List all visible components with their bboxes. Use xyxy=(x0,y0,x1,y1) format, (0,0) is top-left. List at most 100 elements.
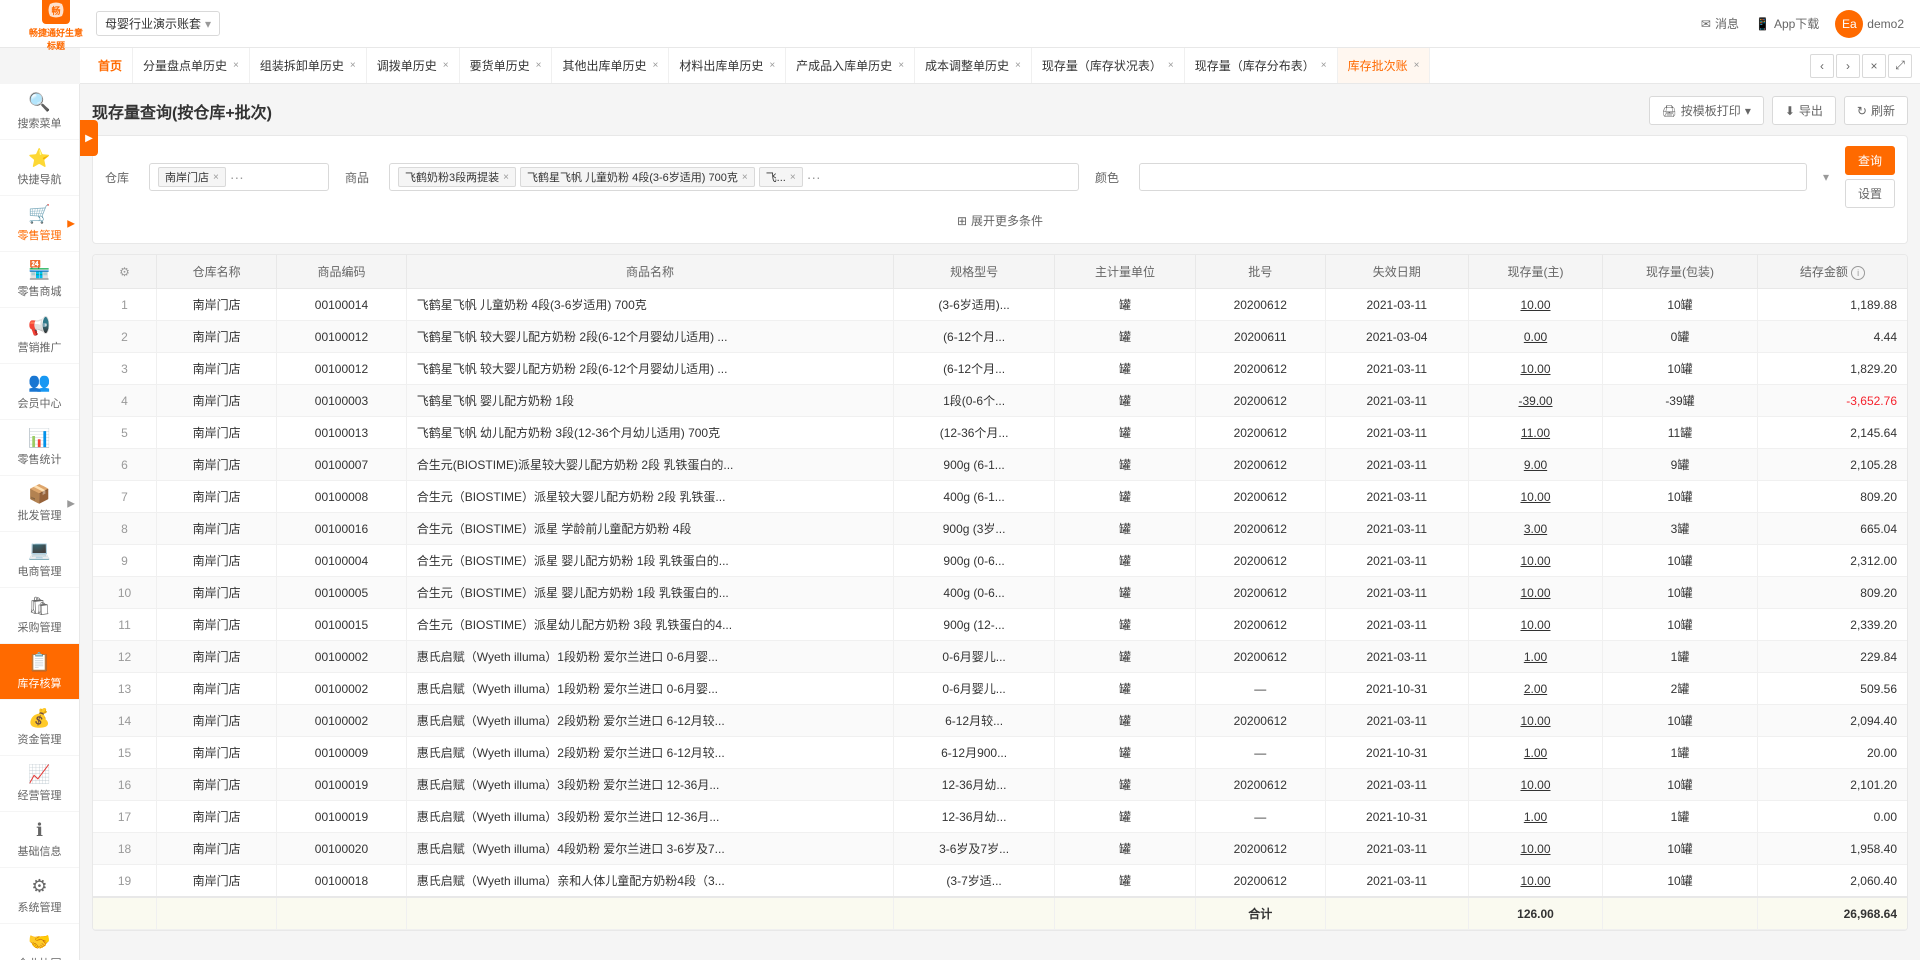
product-input-wrap[interactable]: 飞鹤奶粉3段两提装 × 飞鹤星飞帆 儿童奶粉 4段(3-6岁适用) 700克 ×… xyxy=(389,163,1079,191)
nav-tab-7-close[interactable]: × xyxy=(898,60,904,71)
nav-tab-6-close[interactable]: × xyxy=(769,60,775,71)
settings-col-icon[interactable]: ⚙ xyxy=(117,264,133,280)
cell-qty-main[interactable]: 11.00 xyxy=(1468,417,1602,449)
cell-qty-main[interactable]: 10.00 xyxy=(1468,705,1602,737)
cell-qty-main[interactable]: 10.00 xyxy=(1468,609,1602,641)
sidebar-item-search-label: 搜索菜单 xyxy=(18,115,62,131)
nav-tab-9-close[interactable]: × xyxy=(1168,60,1174,71)
cell-qty-main[interactable]: 10.00 xyxy=(1468,865,1602,898)
nav-tab-1[interactable]: 分量盘点单历史 × xyxy=(133,48,250,84)
product-tag-3[interactable]: 飞... × xyxy=(759,167,803,187)
warehouse-more-icon[interactable]: ··· xyxy=(230,169,244,185)
cell-qty-main[interactable]: 3.00 xyxy=(1468,513,1602,545)
nav-tab-3-close[interactable]: × xyxy=(443,60,449,71)
nav-tab-5[interactable]: 其他出库单历史 × xyxy=(552,48,669,84)
sidebar-item-search[interactable]: 🔍 搜索菜单 xyxy=(0,84,79,140)
nav-tab-9[interactable]: 现存量（库存状况表） × xyxy=(1032,48,1185,84)
sidebar-item-basic-info[interactable]: ℹ 基础信息 xyxy=(0,812,79,868)
warehouse-selector[interactable]: 母婴行业演示账套 ▾ xyxy=(96,11,220,36)
cell-batch: — xyxy=(1196,737,1326,769)
nav-fullscreen-btn[interactable]: ⤢ xyxy=(1888,54,1912,78)
sidebar-item-marketing[interactable]: 📢 营销推广 xyxy=(0,308,79,364)
sidebar-item-ecommerce[interactable]: 💻 电商管理 xyxy=(0,532,79,588)
user-area[interactable]: Ea demo2 xyxy=(1835,10,1904,38)
sidebar-item-retail-stats[interactable]: 📊 零售统计 xyxy=(0,420,79,476)
nav-tab-10[interactable]: 现存量（库存分布表） × xyxy=(1185,48,1338,84)
cell-qty-main[interactable]: 10.00 xyxy=(1468,769,1602,801)
nav-tab-8[interactable]: 成本调整单历史 × xyxy=(915,48,1032,84)
cell-qty-main[interactable]: 10.00 xyxy=(1468,577,1602,609)
cell-qty-main[interactable]: 1.00 xyxy=(1468,641,1602,673)
sidebar-expand-btn[interactable]: ▶ xyxy=(80,120,98,156)
product-tag-2-close[interactable]: × xyxy=(742,172,748,183)
search-btn[interactable]: 查询 xyxy=(1845,146,1895,175)
nav-tab-8-close[interactable]: × xyxy=(1015,60,1021,71)
sidebar-item-finance[interactable]: 💰 资金管理 xyxy=(0,700,79,756)
nav-tab-6[interactable]: 材料出库单历史 × xyxy=(669,48,786,84)
nav-tab-1-close[interactable]: × xyxy=(233,60,239,71)
sidebar-item-management[interactable]: 📈 经营管理 xyxy=(0,756,79,812)
nav-tab-5-close[interactable]: × xyxy=(652,60,658,71)
nav-tab-7[interactable]: 产成品入库单历史 × xyxy=(786,48,915,84)
nav-tab-2-close[interactable]: × xyxy=(350,60,356,71)
product-tag-1-close[interactable]: × xyxy=(503,172,509,183)
cell-name: 飞鹤星飞帆 婴儿配方奶粉 1段 xyxy=(406,385,893,417)
megaphone-icon: 📢 xyxy=(28,316,50,337)
nav-close-all-btn[interactable]: × xyxy=(1862,54,1886,78)
cell-qty-main[interactable]: 10.00 xyxy=(1468,833,1602,865)
nav-next-btn[interactable]: › xyxy=(1836,54,1860,78)
color-input[interactable] xyxy=(1139,163,1807,191)
sidebar-item-management-label: 经营管理 xyxy=(18,787,62,803)
product-tag-2[interactable]: 飞鹤星飞帆 儿童奶粉 4段(3-6岁适用) 700克 × xyxy=(520,167,755,187)
nav-tab-3[interactable]: 调拨单历史 × xyxy=(367,48,460,84)
product-tag-1[interactable]: 飞鹤奶粉3段两提装 × xyxy=(398,167,516,187)
username: demo2 xyxy=(1867,17,1904,31)
print-btn[interactable]: 🖨 按模板打印 ▾ xyxy=(1649,96,1764,125)
sidebar-item-wholesale[interactable]: 📦 批发管理 ▶ xyxy=(0,476,79,532)
app-download-btn[interactable]: 📱 App下载 xyxy=(1755,15,1819,32)
nav-tab-home[interactable]: 首页 xyxy=(88,48,133,84)
sidebar-item-purchase[interactable]: 🛍 采购管理 xyxy=(0,588,79,644)
export-icon: ⬇ xyxy=(1785,104,1795,118)
nav-tab-11[interactable]: 库存批次账 × xyxy=(1338,48,1431,84)
warehouse-tag-close[interactable]: × xyxy=(213,172,219,183)
message-btn[interactable]: ✉ 消息 xyxy=(1701,15,1739,32)
cell-qty-main[interactable]: 10.00 xyxy=(1468,481,1602,513)
nav-tab-10-close[interactable]: × xyxy=(1321,60,1327,71)
sidebar-item-collab[interactable]: 🤝 企业协同 xyxy=(0,924,79,960)
cell-qty-main[interactable]: 1.00 xyxy=(1468,737,1602,769)
sidebar-item-quicknav[interactable]: ⭐ 快捷导航 xyxy=(0,140,79,196)
cell-qty-main[interactable]: 2.00 xyxy=(1468,673,1602,705)
color-dropdown-arrow[interactable]: ▾ xyxy=(1823,170,1829,184)
cell-unit: 罐 xyxy=(1054,801,1195,833)
cell-batch: 20200612 xyxy=(1196,289,1326,321)
cell-batch: — xyxy=(1196,801,1326,833)
warehouse-input-wrap[interactable]: 南岸门店 × ··· xyxy=(149,163,329,191)
nav-prev-btn[interactable]: ‹ xyxy=(1810,54,1834,78)
product-more-icon[interactable]: ··· xyxy=(807,169,821,185)
sidebar-item-system[interactable]: ⚙ 系统管理 xyxy=(0,868,79,924)
cell-qty-main[interactable]: -39.00 xyxy=(1468,385,1602,417)
expand-conditions-btn[interactable]: ⊞ 展开更多条件 xyxy=(105,208,1895,233)
cell-qty-main[interactable]: 10.00 xyxy=(1468,545,1602,577)
cell-name: 惠氏启赋（Wyeth illuma）1段奶粉 爱尔兰进口 0-6月婴... xyxy=(406,641,893,673)
cell-qty-main[interactable]: 10.00 xyxy=(1468,353,1602,385)
refresh-btn[interactable]: ↻ 刷新 xyxy=(1844,96,1908,125)
nav-tab-4-close[interactable]: × xyxy=(536,60,542,71)
balance-info-icon[interactable]: i xyxy=(1851,266,1865,280)
sidebar-item-retail[interactable]: 🛒 零售管理 ▶ xyxy=(0,196,79,252)
product-tag-3-close[interactable]: × xyxy=(790,172,796,183)
sidebar-item-shop[interactable]: 🏪 零售商城 xyxy=(0,252,79,308)
nav-tab-4[interactable]: 要货单历史 × xyxy=(460,48,553,84)
warehouse-tag[interactable]: 南岸门店 × xyxy=(158,167,226,187)
cell-qty-main[interactable]: 1.00 xyxy=(1468,801,1602,833)
sidebar-item-member[interactable]: 👥 会员中心 xyxy=(0,364,79,420)
cell-qty-main[interactable]: 0.00 xyxy=(1468,321,1602,353)
sidebar-item-inventory[interactable]: 📋 库存核算 xyxy=(0,644,79,700)
nav-tab-2[interactable]: 组装拆卸单历史 × xyxy=(250,48,367,84)
cell-qty-main[interactable]: 10.00 xyxy=(1468,289,1602,321)
settings-filter-btn[interactable]: 设置 xyxy=(1845,179,1895,208)
export-btn[interactable]: ⬇ 导出 xyxy=(1772,96,1836,125)
nav-tab-11-close[interactable]: × xyxy=(1414,60,1420,71)
cell-qty-main[interactable]: 9.00 xyxy=(1468,449,1602,481)
